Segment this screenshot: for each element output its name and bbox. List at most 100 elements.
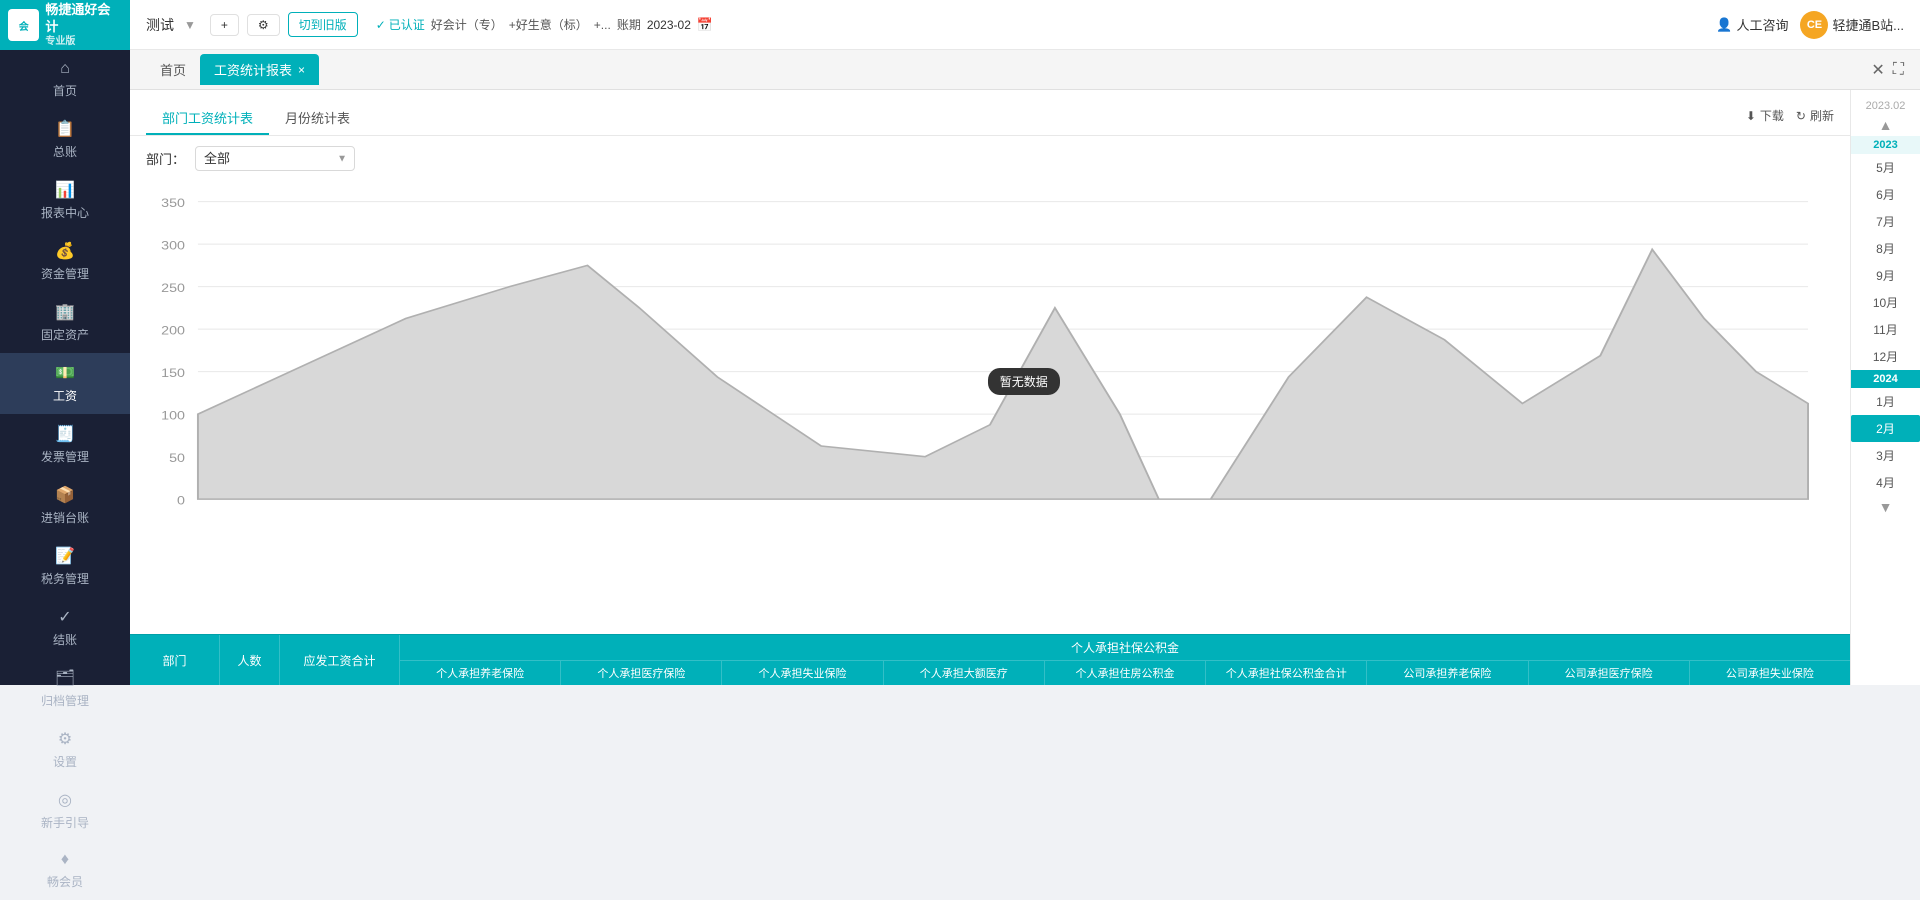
tabbar: 首页 工资统计报表 × ✕ ⛶ xyxy=(130,50,1920,90)
chart-area: 350 300 250 200 150 100 50 0 xyxy=(130,181,1850,634)
main-content: 部门工资统计表 月份统计表 ⬇ 下载 ↻ 刷新 xyxy=(130,90,1850,685)
panel-up-arrow[interactable]: ▲ xyxy=(1876,114,1896,136)
chart-tooltip: 暂无数据 xyxy=(988,368,1060,395)
th-dept: 部门 xyxy=(130,635,220,685)
month-2024-4[interactable]: 4月 xyxy=(1851,469,1920,496)
period-label: 账期 xyxy=(617,16,641,33)
archive-icon: 🗂 xyxy=(55,668,75,688)
sidebar-label-member: 畅会员 xyxy=(47,873,83,890)
topbar-dropdown-arrow[interactable]: ▼ xyxy=(184,18,196,32)
month-2024-2[interactable]: 2月 xyxy=(1851,415,1920,442)
user-menu[interactable]: CE 轻捷通B站... xyxy=(1800,11,1904,39)
refresh-button[interactable]: ↻ 刷新 xyxy=(1796,107,1834,124)
svg-text:150: 150 xyxy=(161,366,185,379)
download-icon: ⬇ xyxy=(1746,109,1756,123)
panel-close-button[interactable]: ✕ xyxy=(1871,60,1884,80)
sidebar-item-settle[interactable]: ✓ 结账 xyxy=(0,597,130,658)
sidebar-item-ledger[interactable]: 📋总账 xyxy=(0,109,130,170)
settle-icon: ✓ xyxy=(58,607,71,627)
sidebar-item-guide[interactable]: ◎新手引导 xyxy=(0,780,130,841)
sub-tab-dept[interactable]: 部门工资统计表 xyxy=(146,102,269,135)
main-area: 测试 ▼ + ⚙ 切到旧版 ✓ 已认证 好会计（专） +好生意（标） +... … xyxy=(130,0,1920,685)
certified-badge: ✓ 已认证 xyxy=(376,16,425,33)
year-2023-header[interactable]: 2023 xyxy=(1851,136,1920,154)
sidebar-label-home: 首页 xyxy=(53,82,77,99)
th-group-cols: 个人承担养老保险 个人承担医疗保险 个人承担失业保险 个人承担大额医疗 个人承担… xyxy=(400,661,1850,685)
sales-icon: 📦 xyxy=(55,485,75,505)
sidebar-label-funds: 资金管理 xyxy=(41,265,89,282)
sidebar-item-member[interactable]: ♦畅会员 xyxy=(0,841,130,900)
svg-text:100: 100 xyxy=(161,409,185,422)
month-2023-8[interactable]: 8月 xyxy=(1851,235,1920,262)
chart-container: 350 300 250 200 150 100 50 0 xyxy=(146,191,1834,531)
invoice-icon: 🧾 xyxy=(55,424,75,444)
sub-tab-month[interactable]: 月份统计表 xyxy=(269,102,366,135)
sidebar-label-salary: 工资 xyxy=(53,387,77,404)
year-2024-header[interactable]: 2024 xyxy=(1851,370,1920,388)
sidebar-item-home[interactable]: ⌂ 首页 xyxy=(0,50,130,109)
tax-icon: 📝 xyxy=(55,546,75,566)
sidebar-item-reports[interactable]: 📊报表中心 xyxy=(0,170,130,231)
tab-close-icon[interactable]: × xyxy=(298,63,305,77)
svg-text:50: 50 xyxy=(169,451,185,464)
sidebar-label-tax: 税务管理 xyxy=(41,570,89,587)
sidebar-item-funds[interactable]: 💰资金管理 xyxy=(0,231,130,292)
month-2023-11[interactable]: 11月 xyxy=(1851,316,1920,343)
tab-salary-report[interactable]: 工资统计报表 × xyxy=(200,54,319,85)
topbar-actions: + ⚙ 切到旧版 xyxy=(210,12,358,37)
right-panel: 2023.02 ▲ 2023 5月 6月 7月 8月 9月 10月 11月 12… xyxy=(1850,90,1920,685)
sidebar-item-archive[interactable]: 🗂归档管理 xyxy=(0,658,130,719)
th-col-7: 公司承担医疗保险 xyxy=(1529,661,1690,685)
topbar-right: 👤 人工咨询 CE 轻捷通B站... xyxy=(1716,11,1904,39)
sidebar-item-sales[interactable]: 📦 进销台账 xyxy=(0,475,130,536)
sidebar-label-invoice: 发票管理 xyxy=(41,448,89,465)
add-button[interactable]: + xyxy=(210,14,239,36)
sidebar-label-guide: 新手引导 xyxy=(41,814,89,831)
svg-text:300: 300 xyxy=(161,239,185,252)
sidebar-label-assets: 固定资产 xyxy=(41,326,89,343)
home-icon: ⌂ xyxy=(60,60,70,78)
help-button[interactable]: 👤 人工咨询 xyxy=(1716,15,1788,34)
help-icon: 👤 xyxy=(1716,17,1732,33)
month-2024-1[interactable]: 1月 xyxy=(1851,388,1920,415)
month-2023-12[interactable]: 12月 xyxy=(1851,343,1920,370)
settings-icon: ⚙ xyxy=(58,729,72,749)
switch-old-button[interactable]: 切到旧版 xyxy=(288,12,358,37)
topbar: 测试 ▼ + ⚙ 切到旧版 ✓ 已认证 好会计（专） +好生意（标） +... … xyxy=(130,0,1920,50)
biz-label: +好生意（标） xyxy=(509,16,588,33)
tab-home[interactable]: 首页 xyxy=(146,54,200,85)
dept-select[interactable]: 全部 销售部 技术部 财务部 行政部 xyxy=(195,146,355,171)
month-2023-6[interactable]: 6月 xyxy=(1851,181,1920,208)
topbar-title: 测试 xyxy=(146,15,174,35)
month-2023-9[interactable]: 9月 xyxy=(1851,262,1920,289)
sidebar-label-settle: 结账 xyxy=(53,631,77,648)
download-button[interactable]: ⬇ 下载 xyxy=(1746,107,1784,124)
month-2024-3[interactable]: 3月 xyxy=(1851,442,1920,469)
reports-icon: 📊 xyxy=(55,180,75,200)
topbar-status: ✓ 已认证 好会计（专） +好生意（标） +... 账期 2023-02 📅 xyxy=(376,16,713,33)
calendar-icon[interactable]: 📅 xyxy=(697,17,713,33)
panel-down-arrow[interactable]: ▼ xyxy=(1876,496,1896,518)
svg-text:250: 250 xyxy=(161,281,185,294)
sidebar-item-invoice[interactable]: 🧾 发票管理 xyxy=(0,414,130,475)
settings-button[interactable]: ⚙ xyxy=(247,14,280,36)
sidebar-item-settings[interactable]: ⚙ 设置 xyxy=(0,719,130,780)
sidebar: 会 畅捷通好会计 专业版 ⌂首页📋总账📊报表中心💰资金管理🏢固定资产💵工资🧾发票… xyxy=(0,0,130,685)
month-2023-5[interactable]: 5月 xyxy=(1851,154,1920,181)
month-2023-7[interactable]: 7月 xyxy=(1851,208,1920,235)
month-2023-10[interactable]: 10月 xyxy=(1851,289,1920,316)
logo-text: 畅捷通好会计 专业版 xyxy=(45,2,122,49)
sidebar-item-assets[interactable]: 🏢固定资产 xyxy=(0,292,130,353)
dept-select-wrapper: 全部 销售部 技术部 财务部 行政部 xyxy=(195,146,355,171)
chart-svg: 350 300 250 200 150 100 50 0 xyxy=(146,191,1834,531)
sidebar-label-sales: 进销台账 xyxy=(41,509,89,526)
more-label: +... xyxy=(594,18,611,32)
th-col-5: 个人承担社保公积金合计 xyxy=(1206,661,1367,685)
sidebar-item-salary[interactable]: 💵工资 xyxy=(0,353,130,414)
sidebar-item-tax[interactable]: 📝 税务管理 xyxy=(0,536,130,597)
panel-expand-button[interactable]: ⛶ xyxy=(1893,60,1904,80)
year-2023-section: 2023 5月 6月 7月 8月 9月 10月 11月 12月 xyxy=(1851,136,1920,370)
logo-sub: 专业版 xyxy=(45,35,122,48)
sidebar-label-settings: 设置 xyxy=(53,753,77,770)
content-area: 部门工资统计表 月份统计表 ⬇ 下载 ↻ 刷新 xyxy=(130,90,1920,685)
